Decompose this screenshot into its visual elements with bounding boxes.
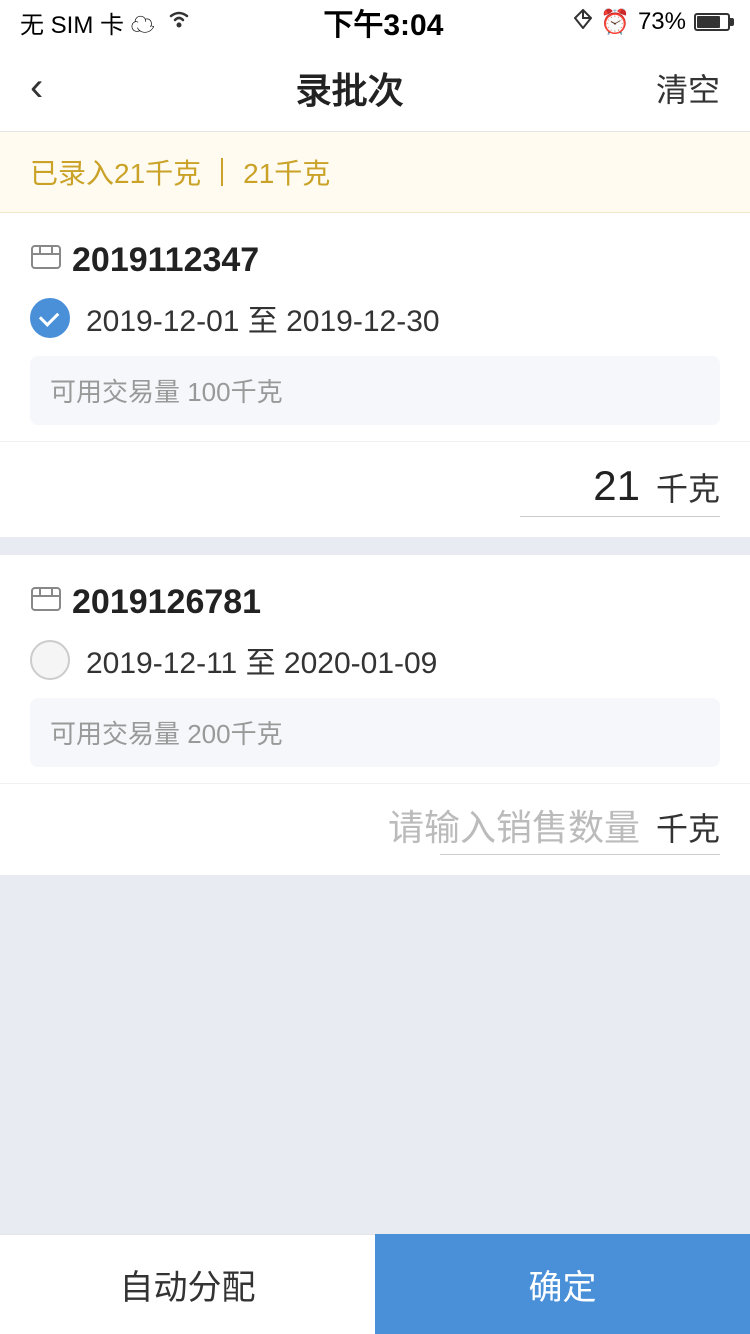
quantity-input[interactable] [340, 807, 640, 849]
clear-button[interactable]: 清空 [656, 65, 720, 111]
bottom-bar: 自动分配 确定 [0, 1234, 750, 1334]
section-separator [0, 537, 750, 555]
summary-banner: 已录入21千克 21千克 [0, 132, 750, 213]
batch-2-date-row[interactable]: 2019-12-11 至 2020-01-09 [0, 630, 750, 690]
batch-1-avail-text: 可用交易量 100千克 [50, 377, 283, 407]
batch-2-avail: 可用交易量 200千克 [30, 698, 720, 767]
no-sim-text: 无 SIM 卡 ☁ [20, 5, 155, 40]
status-right: ⏰ 73% [574, 8, 730, 37]
input-underline [440, 854, 720, 855]
batch-2-radio[interactable] [30, 640, 70, 680]
summary-value: 21千克 [243, 152, 330, 192]
batch-2-date: 2019-12-11 至 2020-01-09 [86, 638, 437, 682]
batch-2-header: 2019126781 [0, 555, 750, 630]
auto-distribute-button[interactable]: 自动分配 [0, 1234, 375, 1334]
status-bar: 无 SIM 卡 ☁ 下午3:04 ⏰ 73% [0, 0, 750, 44]
batch-1-header: 2019112347 [0, 213, 750, 288]
batch-1-avail: 可用交易量 100千克 [30, 356, 720, 425]
status-time: 下午3:04 [323, 0, 443, 44]
batch-1-quantity-unit: 千克 [656, 464, 720, 510]
batch-1-date-row[interactable]: 2019-12-01 至 2019-12-30 [0, 288, 750, 348]
batch-2-number: 2019126781 [72, 583, 261, 622]
batch-2-quantity-row: 千克 [0, 783, 750, 875]
status-left: 无 SIM 卡 ☁ [20, 5, 193, 40]
location-icon [574, 8, 592, 36]
battery-icon [694, 13, 730, 31]
alarm-icon: ⏰ [600, 8, 630, 37]
nav-bar: ‹ 录批次 清空 [0, 44, 750, 132]
batch-1-number: 2019112347 [72, 241, 259, 280]
batch-card-1: 2019112347 2019-12-01 至 2019-12-30 可用交易量… [0, 213, 750, 537]
batch-2-quantity-unit: 千克 [656, 804, 720, 850]
battery-percent: 73% [638, 8, 686, 36]
batch-2-avail-text: 可用交易量 200千克 [50, 719, 283, 749]
wifi-icon [165, 8, 193, 36]
batch-1-radio[interactable] [30, 298, 70, 338]
confirm-button[interactable]: 确定 [375, 1234, 750, 1334]
batch-1-quantity-value: 21 [593, 462, 640, 510]
batch-1-icon [30, 242, 62, 280]
page-title: 录批次 [296, 62, 404, 114]
batch-card-2: 2019126781 2019-12-11 至 2020-01-09 可用交易量… [0, 555, 750, 875]
summary-divider [221, 158, 223, 186]
batch-1-date: 2019-12-01 至 2019-12-30 [86, 296, 440, 340]
batch-1-quantity-row: 21 千克 [0, 441, 750, 537]
back-button[interactable]: ‹ [30, 65, 43, 110]
batch-2-icon [30, 584, 62, 622]
summary-label: 已录入21千克 [30, 152, 201, 192]
empty-area [0, 875, 750, 1295]
